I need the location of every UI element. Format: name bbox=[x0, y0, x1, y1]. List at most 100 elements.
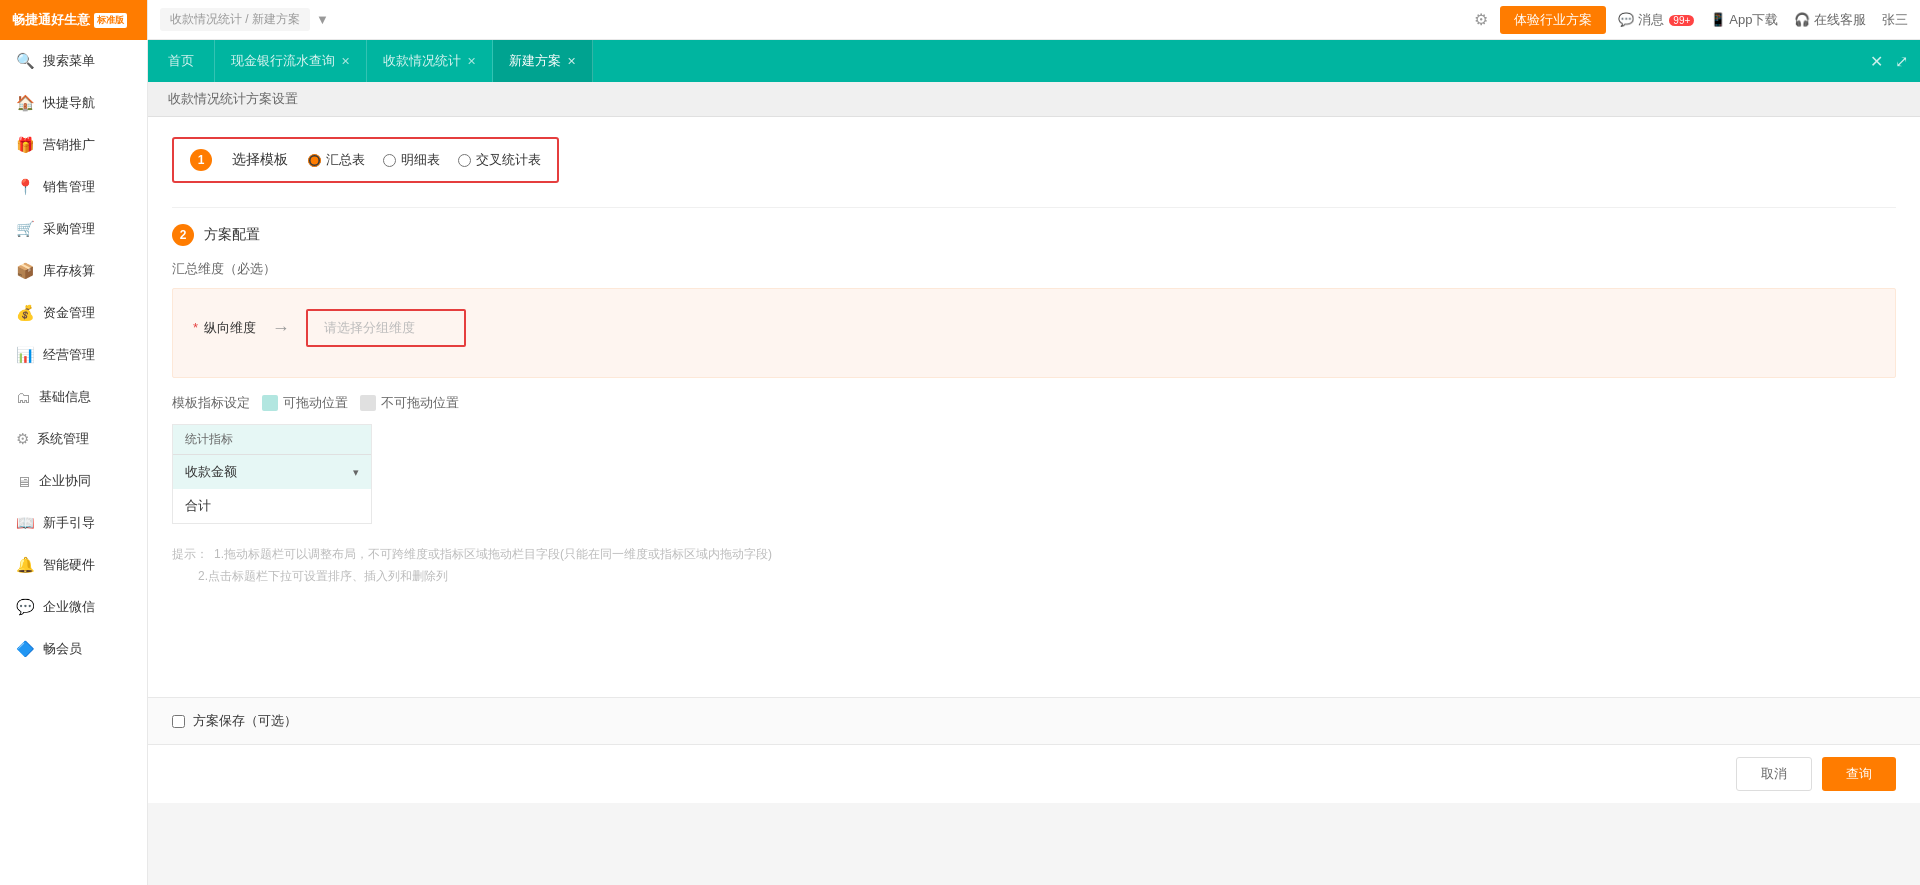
sidebar: 畅捷通好生意 标准版 🔍 搜索菜单 🏠 快捷导航 🎁 营销推广 📍 销售管理 🛒… bbox=[0, 0, 148, 885]
step2-header: 2 方案配置 bbox=[172, 224, 1896, 246]
form-content: 1 选择模板 汇总表 明细表 bbox=[148, 117, 1920, 697]
dimension-row: * 纵向维度 → 请选择分组维度 bbox=[193, 309, 1875, 347]
sidebar-item-label: 企业协同 bbox=[39, 472, 91, 490]
sidebar-item-search[interactable]: 🔍 搜索菜单 bbox=[0, 40, 147, 82]
box-icon: 📦 bbox=[16, 262, 35, 280]
settings-icon[interactable]: ⚙ bbox=[1474, 10, 1488, 29]
tips-section: 提示： 1.拖动标题栏可以调整布局，不可跨维度或指标区域拖动栏目字段(只能在同一… bbox=[172, 544, 1896, 587]
indicator-row[interactable]: 收款金额 ▾ bbox=[173, 455, 371, 489]
sidebar-item-funds[interactable]: 💰 资金管理 bbox=[0, 292, 147, 334]
indicator-title: 模板指标设定 bbox=[172, 394, 250, 412]
sidebar-item-label: 销售管理 bbox=[43, 178, 95, 196]
tab-bar: 首页 现金银行流水查询 ✕ 收款情况统计 ✕ 新建方案 ✕ ✕ ⤢ bbox=[148, 40, 1920, 82]
close-tab-bankflow-icon[interactable]: ✕ bbox=[341, 55, 350, 68]
tab-bankflow[interactable]: 现金银行流水查询 ✕ bbox=[215, 40, 367, 82]
top-header: 收款情况统计 / 新建方案 ▼ ⚙ 体验行业方案 💬 消息 99+ 📱 App下… bbox=[148, 0, 1920, 40]
page-title: 收款情况统计方案设置 bbox=[168, 91, 298, 106]
close-tab-receipt-icon[interactable]: ✕ bbox=[467, 55, 476, 68]
diamond-icon: 🔷 bbox=[16, 640, 35, 658]
legend-non-draggable: 不可拖动位置 bbox=[360, 394, 459, 412]
query-button[interactable]: 查询 bbox=[1822, 757, 1896, 791]
sidebar-item-hardware[interactable]: 🔔 智能硬件 bbox=[0, 544, 147, 586]
logo-text: 畅捷通好生意 bbox=[12, 11, 90, 29]
indicator-table-header: 统计指标 bbox=[173, 425, 371, 455]
close-tab-newplan-icon[interactable]: ✕ bbox=[567, 55, 576, 68]
close-window-icon[interactable]: ✕ bbox=[1870, 52, 1883, 71]
breadcrumb: 收款情况统计 / 新建方案 bbox=[160, 8, 310, 31]
indicator-header: 模板指标设定 可拖动位置 不可拖动位置 bbox=[172, 394, 1896, 412]
monitor-icon: 🖥 bbox=[16, 473, 31, 490]
folder-icon: 🗂 bbox=[16, 389, 31, 406]
template-radio-group: 汇总表 明细表 交叉统计表 bbox=[308, 151, 541, 169]
sidebar-item-purchase[interactable]: 🛒 采购管理 bbox=[0, 208, 147, 250]
save-checkbox[interactable] bbox=[172, 715, 185, 728]
window-controls: ✕ ⤢ bbox=[1858, 40, 1920, 82]
pin-icon: 📍 bbox=[16, 178, 35, 196]
radio-cross[interactable]: 交叉统计表 bbox=[458, 151, 541, 169]
chat-icon: 💬 bbox=[16, 598, 35, 616]
download-area[interactable]: 📱 App下载 bbox=[1710, 11, 1778, 29]
indicator-table: 统计指标 收款金额 ▾ 合计 bbox=[172, 424, 372, 524]
sidebar-item-label: 基础信息 bbox=[39, 388, 91, 406]
step1-number: 1 bbox=[190, 149, 212, 171]
sidebar-item-operations[interactable]: 📊 经营管理 bbox=[0, 334, 147, 376]
footer-buttons: 取消 查询 bbox=[148, 744, 1920, 803]
tab-receipt[interactable]: 收款情况统计 ✕ bbox=[367, 40, 493, 82]
sidebar-item-label: 经营管理 bbox=[43, 346, 95, 364]
sidebar-item-label: 快捷导航 bbox=[43, 94, 95, 112]
tab-newplan[interactable]: 新建方案 ✕ bbox=[493, 40, 593, 82]
radio-summary[interactable]: 汇总表 bbox=[308, 151, 365, 169]
sidebar-item-system[interactable]: ⚙ 系统管理 bbox=[0, 418, 147, 460]
step1-section: 1 选择模板 汇总表 明细表 bbox=[172, 137, 1896, 183]
sidebar-item-label: 资金管理 bbox=[43, 304, 95, 322]
cancel-button[interactable]: 取消 bbox=[1736, 757, 1812, 791]
sidebar-item-label: 搜索菜单 bbox=[43, 52, 95, 70]
sidebar-item-label: 营销推广 bbox=[43, 136, 95, 154]
legend-draggable: 可拖动位置 bbox=[262, 394, 348, 412]
message-area[interactable]: 💬 消息 99+ bbox=[1618, 11, 1694, 29]
tab-home[interactable]: 首页 bbox=[148, 40, 215, 82]
service-area[interactable]: 🎧 在线客服 bbox=[1794, 11, 1866, 29]
sidebar-item-sales[interactable]: 📍 销售管理 bbox=[0, 166, 147, 208]
tip-line-2: 2.点击标题栏下拉可设置排序、插入列和删除列 bbox=[172, 566, 1896, 588]
sidebar-item-inventory[interactable]: 📦 库存核算 bbox=[0, 250, 147, 292]
sidebar-item-marketing[interactable]: 🎁 营销推广 bbox=[0, 124, 147, 166]
sidebar-item-quicknav[interactable]: 🏠 快捷导航 bbox=[0, 82, 147, 124]
sidebar-item-basic[interactable]: 🗂 基础信息 bbox=[0, 376, 147, 418]
save-section: 方案保存（可选） bbox=[148, 697, 1920, 744]
industry-button[interactable]: 体验行业方案 bbox=[1500, 6, 1606, 34]
cart-icon: 🛒 bbox=[16, 220, 35, 238]
content-area: 收款情况统计方案设置 1 选择模板 汇总表 bbox=[148, 82, 1920, 885]
dimension-select[interactable]: 请选择分组维度 bbox=[306, 309, 466, 347]
step1-header: 1 选择模板 汇总表 明细表 bbox=[172, 137, 1896, 183]
template-selection: 1 选择模板 汇总表 明细表 bbox=[172, 137, 559, 183]
book-icon: 📖 bbox=[16, 514, 35, 532]
sidebar-item-wechat[interactable]: 💬 企业微信 bbox=[0, 586, 147, 628]
money-icon: 💰 bbox=[16, 304, 35, 322]
sidebar-item-enterprise[interactable]: 🖥 企业协同 bbox=[0, 460, 147, 502]
draggable-legend-box bbox=[262, 395, 278, 411]
header-right: 💬 消息 99+ 📱 App下载 🎧 在线客服 张三 bbox=[1618, 11, 1908, 29]
radio-detail[interactable]: 明细表 bbox=[383, 151, 440, 169]
dropdown-arrow-icon[interactable]: ▼ bbox=[316, 12, 329, 27]
indicator-dropdown-icon[interactable]: ▾ bbox=[353, 466, 359, 479]
sidebar-item-label: 库存核算 bbox=[43, 262, 95, 280]
sidebar-item-member[interactable]: 🔷 畅会员 bbox=[0, 628, 147, 670]
chart-icon: 📊 bbox=[16, 346, 35, 364]
maximize-icon[interactable]: ⤢ bbox=[1895, 52, 1908, 71]
main-area: 收款情况统计 / 新建方案 ▼ ⚙ 体验行业方案 💬 消息 99+ 📱 App下… bbox=[148, 0, 1920, 885]
logo-badge: 标准版 bbox=[94, 13, 127, 28]
sidebar-item-label: 畅会员 bbox=[43, 640, 82, 658]
home-icon: 🏠 bbox=[16, 94, 35, 112]
sidebar-item-guide[interactable]: 📖 新手引导 bbox=[0, 502, 147, 544]
search-icon: 🔍 bbox=[16, 52, 35, 70]
step2-number: 2 bbox=[172, 224, 194, 246]
sidebar-logo: 畅捷通好生意 标准版 bbox=[0, 0, 147, 40]
user-name[interactable]: 张三 bbox=[1882, 11, 1908, 29]
sidebar-item-label: 系统管理 bbox=[37, 430, 89, 448]
non-draggable-legend-box bbox=[360, 395, 376, 411]
step2-section: 2 方案配置 汇总维度（必选） * 纵向维度 → bbox=[172, 207, 1896, 587]
gear-icon: ⚙ bbox=[16, 430, 29, 448]
save-label: 方案保存（可选） bbox=[193, 712, 297, 730]
dim-arrow-icon: → bbox=[272, 318, 290, 339]
